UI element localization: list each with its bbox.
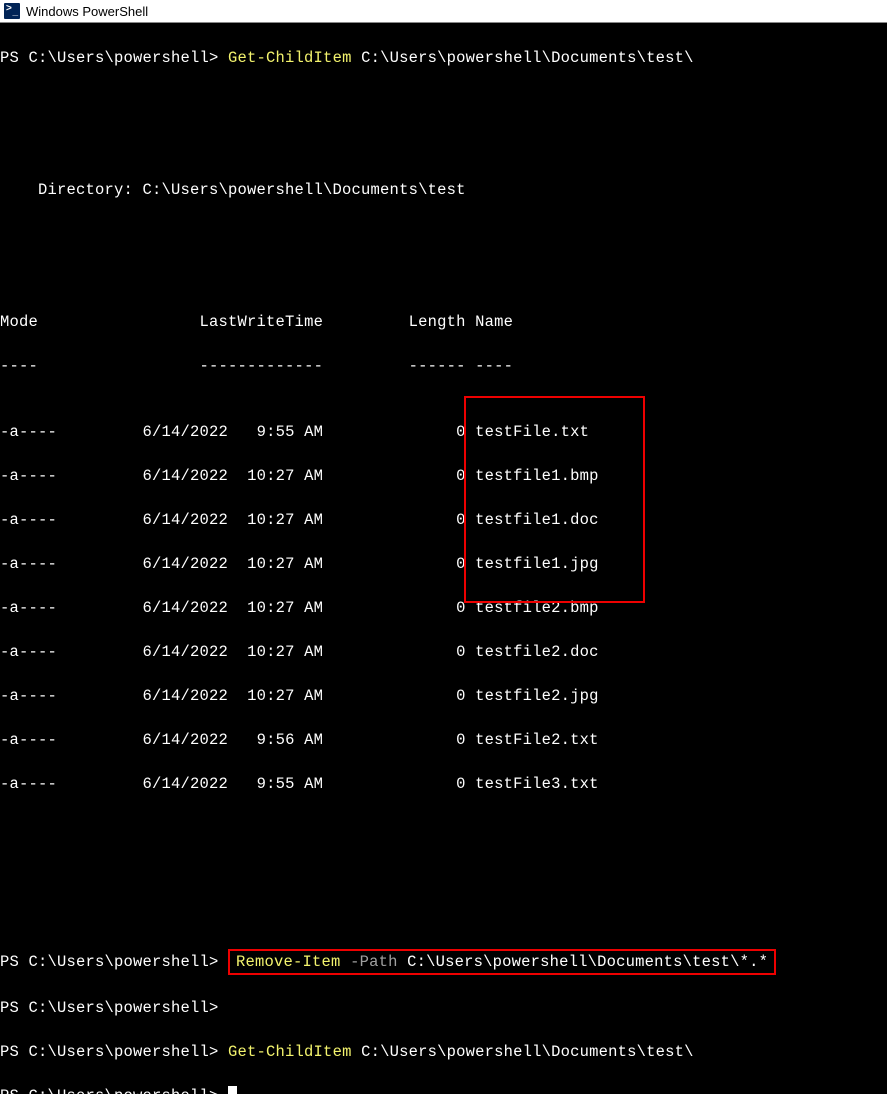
col-lastwritetime: LastWriteTime xyxy=(200,313,324,331)
blank-line xyxy=(0,267,887,289)
directory-line: Directory: C:\Users\powershell\Documents… xyxy=(0,179,887,201)
line-prompt-cursor[interactable]: PS C:\Users\powershell> xyxy=(0,1085,887,1094)
prompt: PS C:\Users\powershell> xyxy=(0,999,228,1017)
prompt: PS C:\Users\powershell> xyxy=(0,1087,228,1094)
line-prompt-empty: PS C:\Users\powershell> xyxy=(0,997,887,1019)
blank-line xyxy=(0,135,887,157)
powershell-icon xyxy=(4,3,20,19)
file-table: -a---- 6/14/2022 9:55 AM 0 testFile.txt … xyxy=(0,399,887,839)
table-row: -a---- 6/14/2022 10:27 AM 0 testfile1.jp… xyxy=(0,553,887,575)
table-header: Mode LastWriteTime Length Name xyxy=(0,311,887,333)
highlight-box-cmd: Remove-Item -Path C:\Users\powershell\Do… xyxy=(228,949,776,975)
table-row: -a---- 6/14/2022 9:55 AM 0 testFile3.txt xyxy=(0,773,887,795)
cmdlet-name: Remove-Item xyxy=(236,953,341,971)
blank-line xyxy=(0,223,887,245)
table-row: -a---- 6/14/2022 9:56 AM 0 testFile2.txt xyxy=(0,729,887,751)
table-row: -a---- 6/14/2022 9:55 AM 0 testFile.txt xyxy=(0,421,887,443)
cmd-arg: C:\Users\powershell\Documents\test\ xyxy=(352,49,694,67)
cmd-param: -Path xyxy=(341,953,408,971)
titlebar[interactable]: Windows PowerShell xyxy=(0,0,887,23)
terminal-output[interactable]: PS C:\Users\powershell> Get-ChildItem C:… xyxy=(0,23,887,1094)
table-row: -a---- 6/14/2022 10:27 AM 0 testfile1.do… xyxy=(0,509,887,531)
window-title: Windows PowerShell xyxy=(26,4,148,19)
table-row: -a---- 6/14/2022 10:27 AM 0 testfile2.bm… xyxy=(0,597,887,619)
prompt: PS C:\Users\powershell> xyxy=(0,49,228,67)
cmdlet-name: Get-ChildItem xyxy=(228,1043,352,1061)
prompt: PS C:\Users\powershell> xyxy=(0,953,228,971)
line-cmd1: PS C:\Users\powershell> Get-ChildItem C:… xyxy=(0,47,887,69)
table-row: -a---- 6/14/2022 10:27 AM 0 testfile2.jp… xyxy=(0,685,887,707)
cursor xyxy=(228,1086,237,1094)
table-row: -a---- 6/14/2022 10:27 AM 0 testfile1.bm… xyxy=(0,465,887,487)
blank-line xyxy=(0,861,887,883)
col-name: Name xyxy=(475,313,513,331)
cmd-arg: C:\Users\powershell\Documents\test\*.* xyxy=(407,953,768,971)
col-mode: Mode xyxy=(0,313,38,331)
col-length: Length xyxy=(409,313,466,331)
cmdlet-name: Get-ChildItem xyxy=(228,49,352,67)
prompt: PS C:\Users\powershell> xyxy=(0,1043,228,1061)
table-dashes: ---- ------------- ------ ---- xyxy=(0,355,887,377)
blank-line xyxy=(0,905,887,927)
line-cmd3: PS C:\Users\powershell> Get-ChildItem C:… xyxy=(0,1041,887,1063)
line-cmd2: PS C:\Users\powershell> Remove-Item -Pat… xyxy=(0,949,887,975)
table-row: -a---- 6/14/2022 10:27 AM 0 testfile2.do… xyxy=(0,641,887,663)
blank-line xyxy=(0,91,887,113)
cmd-arg: C:\Users\powershell\Documents\test\ xyxy=(352,1043,694,1061)
